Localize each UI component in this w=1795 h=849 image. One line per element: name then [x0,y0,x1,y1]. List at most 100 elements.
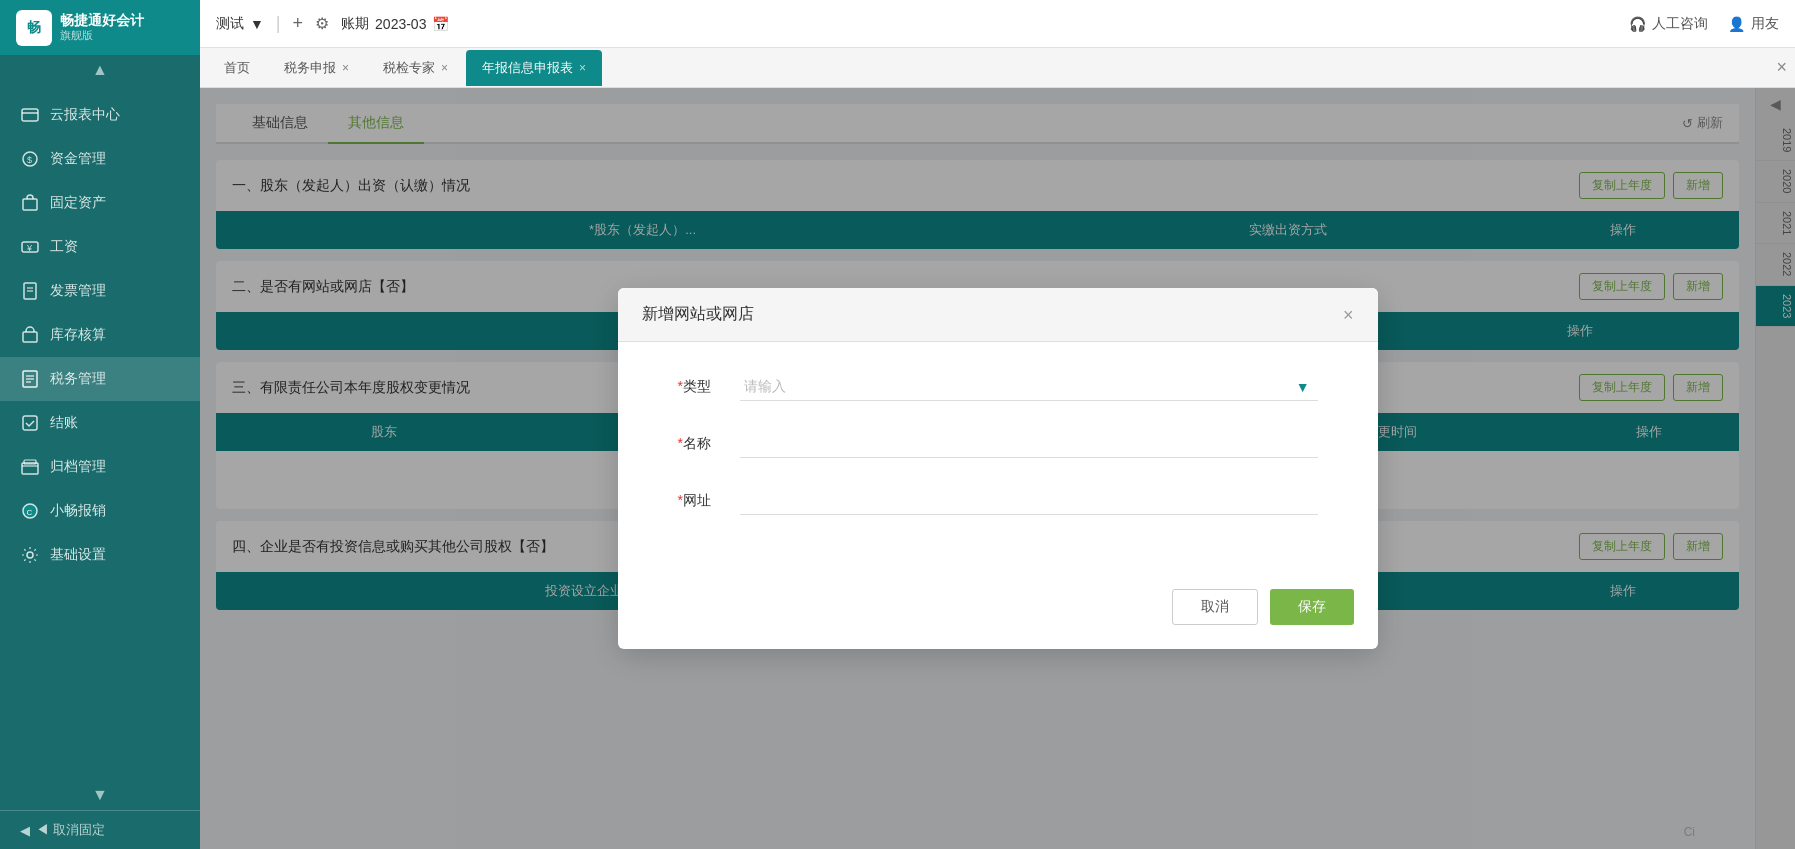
tab-annual-report-label: 年报信息申报表 [482,59,573,77]
app-logo-icon: 畅 [16,10,52,46]
app-name: 畅捷通好会计 [60,12,144,29]
required-mark-name: * [678,435,683,451]
label-url: *网址 [678,492,728,510]
svg-text:C: C [27,508,33,517]
app-subtitle: 旗舰版 [60,28,144,43]
tab-home-label: 首页 [224,59,250,77]
sidebar-unpin[interactable]: ◀ ◀ 取消固定 [0,810,200,849]
sidebar-label-tax: 税务管理 [50,370,106,388]
salary-icon: ¥ [20,237,40,257]
sidebar-item-settings[interactable]: 基础设置 [0,533,200,577]
svg-rect-10 [23,332,37,342]
headset-icon: 🎧 [1629,16,1646,32]
archive-icon [20,457,40,477]
xiaochang-icon: C [20,501,40,521]
sidebar-label-accounting: 结账 [50,414,78,432]
main-area: 测试 ▼ | + ⚙ 账期 2023-03 📅 🎧 人工咨询 👤 用友 首页 [200,0,1795,849]
sidebar-label-invoice: 发票管理 [50,282,106,300]
sidebar-item-tax[interactable]: 税务管理 [0,357,200,401]
user-icon: 👤 [1728,16,1745,32]
add-company-button[interactable]: + [293,13,304,34]
type-input[interactable] [740,372,1318,401]
sidebar-scroll-up[interactable]: ▲ [0,55,200,85]
sidebar-item-cloud-report[interactable]: 云报表中心 [0,93,200,137]
accounting-icon [20,413,40,433]
tab-annual-report[interactable]: 年报信息申报表 × [466,50,602,86]
inventory-icon [20,325,40,345]
invoice-icon [20,281,40,301]
input-wrap-url [740,486,1318,515]
funds-icon: $ [20,149,40,169]
form-row-type: *类型 ▼ [678,372,1318,401]
tab-tax-report-close[interactable]: × [342,61,349,75]
sidebar-item-archive[interactable]: 归档管理 [0,445,200,489]
unpin-icon: ◀ [20,823,30,838]
sidebar-item-xiaochang[interactable]: C 小畅报销 [0,489,200,533]
modal-header: 新增网站或网店 × [618,288,1378,342]
sidebar-item-accounting[interactable]: 结账 [0,401,200,445]
sidebar-scroll-down[interactable]: ▼ [0,780,200,810]
svg-rect-15 [23,416,37,430]
sidebar-logo: 畅 畅捷通好会计 旗舰版 [0,0,200,55]
topbar: 测试 ▼ | + ⚙ 账期 2023-03 📅 🎧 人工咨询 👤 用友 [200,0,1795,48]
type-dropdown-icon[interactable]: ▼ [1296,379,1310,395]
user-menu[interactable]: 👤 用友 [1728,15,1779,33]
svg-rect-4 [23,199,37,210]
svg-text:¥: ¥ [26,243,33,253]
period-value: 2023-03 [375,16,426,32]
tab-tax-report[interactable]: 税务申报 × [268,50,365,86]
input-wrap-type: ▼ [740,372,1318,401]
tabs-close-all[interactable]: × [1776,57,1787,78]
period-selector[interactable]: 账期 2023-03 📅 [341,15,449,33]
label-type: *类型 [678,378,728,396]
input-wrap-name [740,429,1318,458]
sidebar-label-xiaochang: 小畅报销 [50,502,106,520]
sidebar-label-archive: 归档管理 [50,458,106,476]
settings-icon [20,545,40,565]
sidebar-item-salary[interactable]: ¥ 工资 [0,225,200,269]
sidebar-label-inventory: 库存核算 [50,326,106,344]
svg-rect-0 [22,109,38,121]
form-row-name: *名称 [678,429,1318,458]
sidebar: 畅 畅捷通好会计 旗舰版 ▲ 云报表中心 $ 资金管理 固定资产 [0,0,200,849]
name-input[interactable] [740,429,1318,458]
company-selector[interactable]: 测试 ▼ [216,15,264,33]
modal-close-button[interactable]: × [1343,306,1354,324]
tab-tax-report-label: 税务申报 [284,59,336,77]
service-button[interactable]: 🎧 人工咨询 [1629,15,1708,33]
tab-annual-report-close[interactable]: × [579,61,586,75]
sidebar-nav: 云报表中心 $ 资金管理 固定资产 ¥ 工资 发票管理 [0,85,200,780]
svg-rect-16 [22,463,38,474]
tab-tax-expert[interactable]: 税检专家 × [367,50,464,86]
tabs-bar: 首页 税务申报 × 税检专家 × 年报信息申报表 × × [200,48,1795,88]
svg-text:$: $ [27,155,32,165]
calendar-icon: 📅 [432,16,449,32]
form-row-url: *网址 [678,486,1318,515]
sidebar-label-fixed-assets: 固定资产 [50,194,106,212]
sidebar-label-settings: 基础设置 [50,546,106,564]
sidebar-item-funds[interactable]: $ 资金管理 [0,137,200,181]
tab-home[interactable]: 首页 [208,50,266,86]
settings-button[interactable]: ⚙ [315,14,329,33]
required-mark-url: * [678,492,683,508]
cancel-button[interactable]: 取消 [1172,589,1258,625]
sidebar-item-inventory[interactable]: 库存核算 [0,313,200,357]
save-button[interactable]: 保存 [1270,589,1354,625]
company-dropdown-icon: ▼ [250,16,264,32]
sidebar-item-invoice[interactable]: 发票管理 [0,269,200,313]
tab-tax-expert-close[interactable]: × [441,61,448,75]
sidebar-item-fixed-assets[interactable]: 固定资产 [0,181,200,225]
required-mark-type: * [678,378,683,394]
modal-add-website: 新增网站或网店 × *类型 ▼ [618,288,1378,649]
sidebar-label-salary: 工资 [50,238,78,256]
sidebar-label-funds: 资金管理 [50,150,106,168]
cloud-report-icon [20,105,40,125]
topbar-right: 🎧 人工咨询 👤 用友 [1629,15,1779,33]
fixed-assets-icon [20,193,40,213]
modal-title: 新增网站或网店 [642,304,754,325]
url-input[interactable] [740,486,1318,515]
tab-tax-expert-label: 税检专家 [383,59,435,77]
period-label: 账期 [341,15,369,33]
content-area: 基础信息 其他信息 ↺ 刷新 一、股东（发起人）出资（认缴）情况 复制上 [200,88,1795,849]
modal-body: *类型 ▼ *名称 [618,342,1378,573]
